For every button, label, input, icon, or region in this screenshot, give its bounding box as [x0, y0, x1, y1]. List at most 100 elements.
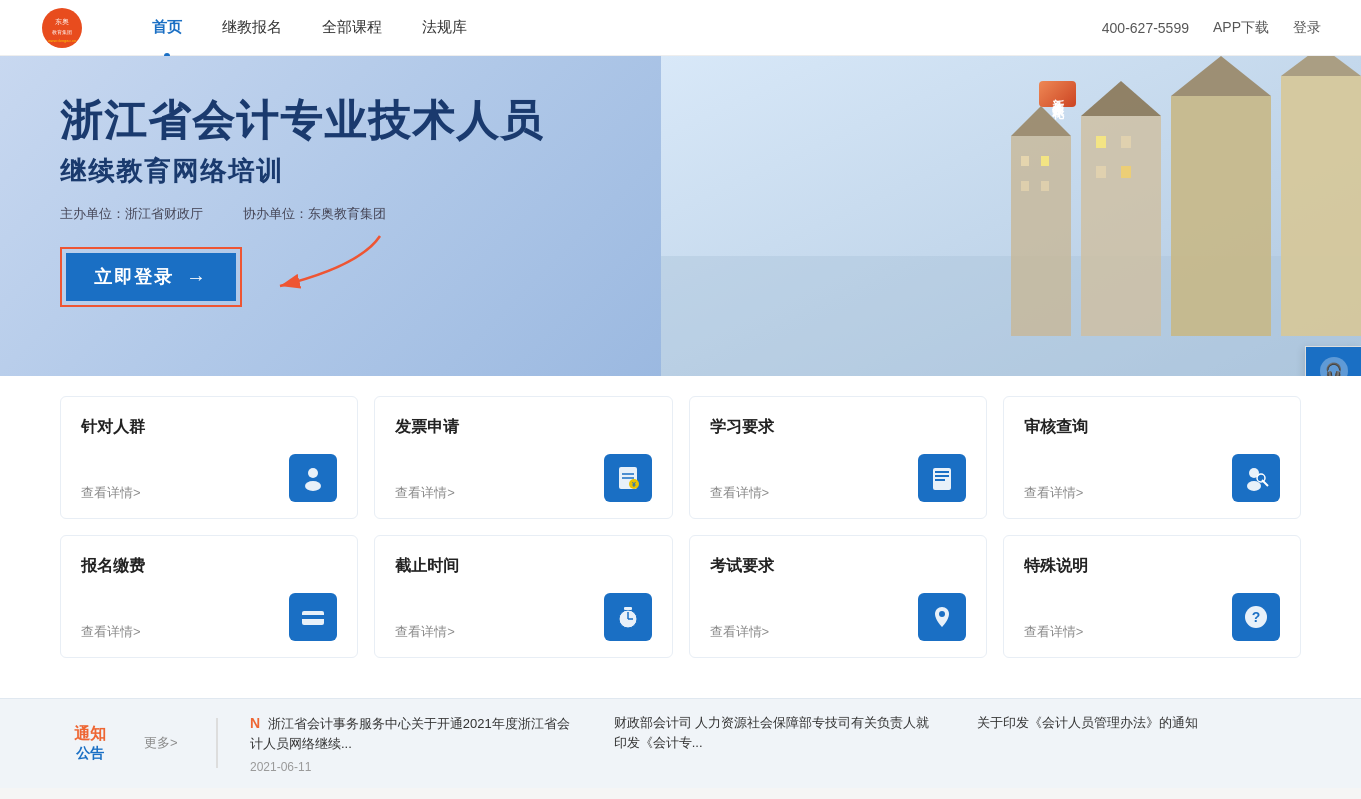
nav-item-courses[interactable]: 全部课程 — [322, 14, 382, 41]
svg-rect-32 — [935, 475, 949, 477]
card-invoice-bottom: 查看详情> ¥ — [395, 454, 651, 502]
card-exam-req-bottom: 查看详情> — [710, 593, 966, 641]
card-study-req-bottom: 查看详情> — [710, 454, 966, 502]
notice-item-1-title: 财政部会计司 人力资源社会保障部专技司有关负责人就 印发《会计专... — [614, 713, 938, 752]
nav-item-home[interactable]: 首页 — [152, 14, 182, 41]
card-study-req-link[interactable]: 查看详情> — [710, 484, 770, 502]
svg-rect-8 — [1171, 96, 1271, 336]
card-exam-req-link[interactable]: 查看详情> — [710, 623, 770, 641]
card-study-req-title: 学习要求 — [710, 417, 966, 438]
notice-item-2[interactable]: 关于印发《会计人员管理办法》的通知 — [977, 713, 1301, 774]
card-payment-icon — [289, 593, 337, 641]
svg-rect-14 — [1021, 156, 1029, 166]
svg-rect-43 — [624, 607, 632, 610]
svg-rect-39 — [302, 615, 324, 619]
timer-icon — [604, 593, 652, 641]
svg-point-24 — [305, 481, 321, 491]
svg-rect-20 — [1096, 166, 1106, 178]
svg-rect-7 — [1081, 116, 1161, 336]
card-special-note-link[interactable]: 查看详情> — [1024, 623, 1084, 641]
arrow-icon: → — [186, 266, 208, 289]
svg-point-44 — [939, 611, 945, 617]
promo-badge: 新人领家礼 — [1039, 81, 1076, 107]
card-review-query-link[interactable]: 查看详情> — [1024, 484, 1084, 502]
svg-rect-17 — [1041, 181, 1049, 191]
notice-item-0[interactable]: N 浙江省会计事务服务中心关于开通2021年度浙江省会计人员网络继续... 20… — [250, 713, 574, 774]
notice-label-top: 通知 — [74, 724, 106, 745]
card-study-req[interactable]: 学习要求 查看详情> — [689, 396, 987, 519]
logo-icon: 东奥 教育集团 www.dongao.cn — [40, 6, 84, 50]
hero-org: 主办单位：浙江省财政厅 协办单位：东奥教育集团 — [60, 205, 544, 223]
notice-more-link[interactable]: 更多> — [144, 734, 184, 752]
card-registration-fee-link[interactable]: 查看详情> — [81, 623, 141, 641]
card-deadline-link[interactable]: 查看详情> — [395, 623, 455, 641]
login-button-text: 立即登录 — [94, 265, 174, 289]
login-btn-wrapper: 立即登录 → — [60, 247, 242, 307]
card-invoice-link[interactable]: 查看详情> — [395, 484, 455, 502]
info-grid: 针对人群 查看详情> 发票申请 查看详情> ¥ 学习要求 查看详情> — [60, 396, 1301, 658]
card-target-group[interactable]: 针对人群 查看详情> — [60, 396, 358, 519]
notice-divider — [216, 718, 218, 768]
svg-text:www.dongao.cn: www.dongao.cn — [48, 38, 76, 43]
nav-item-jijiao[interactable]: 继教报名 — [222, 14, 282, 41]
hero-subtitle: 继续教育网络培训 — [60, 154, 544, 189]
svg-point-35 — [1247, 481, 1261, 491]
card-target-group-title: 针对人群 — [81, 417, 337, 438]
card-deadline[interactable]: 截止时间 查看详情> — [374, 535, 672, 658]
card-target-group-bottom: 查看详情> — [81, 454, 337, 502]
hero-title: 浙江省会计专业技术人员 — [60, 96, 544, 146]
hero-bg-illustration — [661, 56, 1361, 376]
notice-label: 通知 公告 — [60, 724, 120, 763]
notice-n-icon: N — [250, 715, 260, 731]
book-icon — [918, 454, 966, 502]
card-review-query[interactable]: 审核查询 查看详情> — [1003, 396, 1301, 519]
card-invoice-title: 发票申请 — [395, 417, 651, 438]
svg-point-23 — [308, 468, 318, 478]
notice-label-bottom: 公告 — [76, 745, 104, 763]
login-link[interactable]: 登录 — [1293, 19, 1321, 37]
notice-item-0-title: N 浙江省会计事务服务中心关于开通2021年度浙江省会计人员网络继续... — [250, 713, 574, 754]
hero-content: 浙江省会计专业技术人员 继续教育网络培训 主办单位：浙江省财政厅 协办单位：东奥… — [60, 96, 544, 307]
svg-text:?: ? — [1252, 609, 1261, 625]
org-co: 协办单位：东奥教育集团 — [243, 205, 386, 223]
app-download-link[interactable]: APP下载 — [1213, 19, 1269, 37]
card-special-note[interactable]: 特殊说明 查看详情> ? — [1003, 535, 1301, 658]
svg-rect-15 — [1041, 156, 1049, 166]
nav-menu: 首页 继教报名 全部课程 法规库 — [152, 14, 1102, 41]
card-special-note-bottom: 查看详情> ? — [1024, 593, 1280, 641]
headphone-icon: 🎧 — [1320, 357, 1348, 376]
card-registration-fee-bottom: 查看详情> — [81, 593, 337, 641]
card-exam-req[interactable]: 考试要求 查看详情> — [689, 535, 987, 658]
card-review-query-bottom: 查看详情> — [1024, 454, 1280, 502]
question-icon: ? — [1232, 593, 1280, 641]
person-icon — [289, 454, 337, 502]
logo-area: 东奥 教育集团 www.dongao.cn — [40, 6, 92, 50]
svg-text:教育集团: 教育集团 — [52, 29, 72, 35]
notice-items: N 浙江省会计事务服务中心关于开通2021年度浙江省会计人员网络继续... 20… — [250, 713, 1301, 774]
notice-item-0-date: 2021-06-11 — [250, 760, 574, 774]
login-button[interactable]: 立即登录 → — [66, 253, 236, 301]
svg-text:¥: ¥ — [632, 481, 636, 488]
card-deadline-bottom: 查看详情> — [395, 593, 651, 641]
card-target-group-link[interactable]: 查看详情> — [81, 484, 141, 502]
svg-rect-19 — [1121, 136, 1131, 148]
invoice-icon: ¥ — [604, 454, 652, 502]
org-main: 主办单位：浙江省财政厅 — [60, 205, 203, 223]
sidebar-online-service[interactable]: 🎧 在线客服 — [1306, 347, 1361, 376]
card-registration-fee[interactable]: 报名缴费 查看详情> — [60, 535, 358, 658]
nav-item-laws[interactable]: 法规库 — [422, 14, 467, 41]
notice-section: 通知 公告 更多> N 浙江省会计事务服务中心关于开通2021年度浙江省会计人员… — [0, 698, 1361, 788]
svg-text:东奥: 东奥 — [55, 18, 69, 25]
svg-rect-18 — [1096, 136, 1106, 148]
card-registration-fee-title: 报名缴费 — [81, 556, 337, 577]
svg-rect-33 — [935, 479, 945, 481]
notice-item-2-title: 关于印发《会计人员管理办法》的通知 — [977, 713, 1301, 733]
header: 东奥 教育集团 www.dongao.cn 首页 继教报名 全部课程 法规库 4… — [0, 0, 1361, 56]
sidebar-float: 🎧 在线客服 📱 APP下载 💬 关注微信 — [1305, 346, 1361, 376]
card-invoice[interactable]: 发票申请 查看详情> ¥ — [374, 396, 672, 519]
svg-rect-9 — [1281, 76, 1361, 336]
svg-rect-31 — [935, 471, 949, 473]
svg-rect-21 — [1121, 166, 1131, 178]
svg-point-37 — [1257, 474, 1265, 482]
notice-item-1[interactable]: 财政部会计司 人力资源社会保障部专技司有关负责人就 印发《会计专... — [614, 713, 938, 774]
